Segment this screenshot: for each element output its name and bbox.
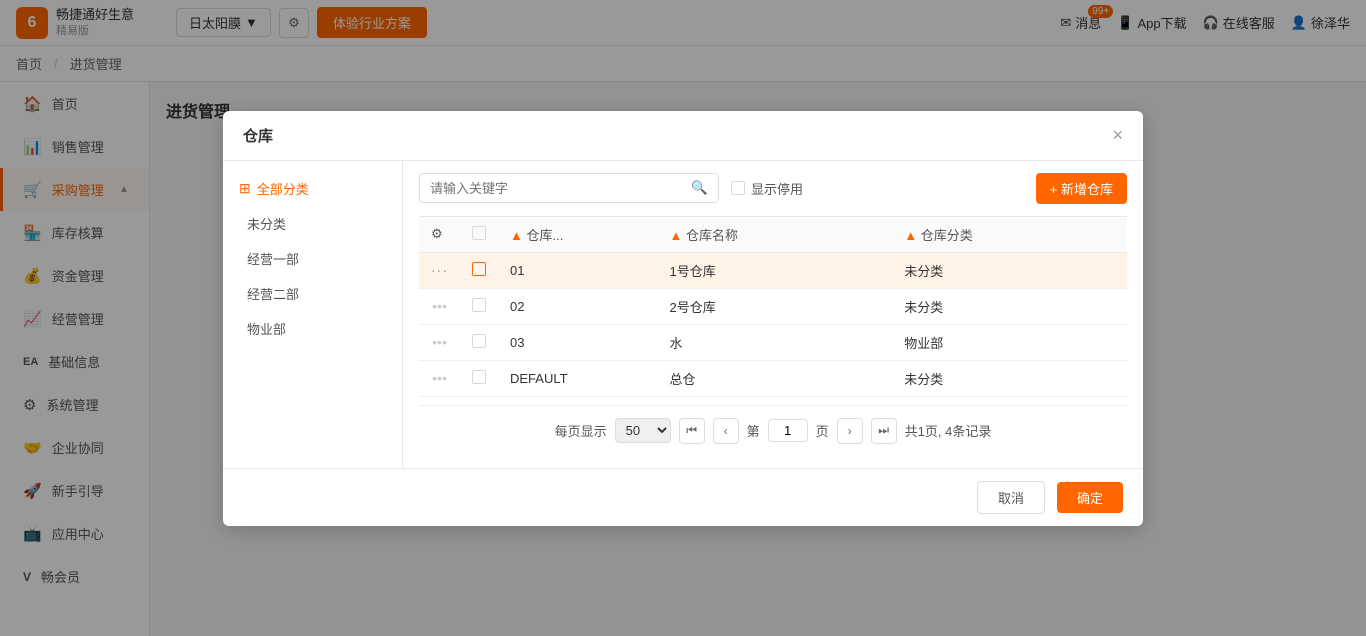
add-warehouse-button[interactable]: + 新增仓库 — [1036, 173, 1127, 204]
modal-title: 仓库 — [243, 125, 273, 146]
page-label: 第 — [747, 421, 760, 440]
row-category: 未分类 — [892, 360, 1127, 396]
search-input[interactable] — [420, 175, 681, 202]
category-item-dept2[interactable]: 经营二部 — [223, 276, 402, 311]
first-page-button[interactable]: ⏮ — [679, 418, 705, 444]
category-item-property[interactable]: 物业部 — [223, 311, 402, 346]
table-row[interactable]: ••• 03 水 物业部 — [419, 324, 1127, 360]
sort-icon2: ▲ — [670, 228, 683, 243]
show-disabled-label[interactable]: 显示停用 — [731, 179, 803, 198]
row-code: DEFAULT — [498, 360, 658, 396]
th-checkbox — [460, 216, 498, 252]
row-gear: ••• — [419, 288, 460, 324]
all-category-label: 全部分类 — [257, 179, 309, 198]
select-all-checkbox[interactable] — [472, 226, 486, 240]
total-info: 共1页, 4条记录 — [905, 421, 992, 440]
row-category: 未分类 — [892, 288, 1127, 324]
row-code: 01 — [498, 252, 658, 288]
row-code: 03 — [498, 324, 658, 360]
th-category[interactable]: ▲ 仓库分类 — [892, 216, 1127, 252]
page-input[interactable] — [768, 419, 808, 442]
confirm-button[interactable]: 确定 — [1057, 482, 1123, 513]
table-toolbar: 🔍 显示停用 + 新增仓库 — [419, 173, 1127, 204]
row-checkbox[interactable] — [460, 360, 498, 396]
pagination-area: 每页显示 50 100 ⏮ ‹ 第 页 › ⏭ 共1页, 4条记录 — [419, 405, 1127, 456]
table-row[interactable]: ··· 01 1号仓库 未分类 — [419, 252, 1127, 288]
warehouse-modal: 仓库 × ⊞ 全部分类 未分类 经营一部 经营二部 物业部 « — [223, 111, 1143, 526]
all-category-item[interactable]: ⊞ 全部分类 — [223, 171, 402, 206]
th-code[interactable]: ▲ 仓库... — [498, 216, 658, 252]
row-name: 2号仓库 — [658, 288, 893, 324]
sort-icon: ▲ — [510, 228, 523, 243]
row-name: 1号仓库 — [658, 252, 893, 288]
table-row[interactable]: ••• DEFAULT 总仓 未分类 — [419, 360, 1127, 396]
table-row[interactable]: ••• 02 2号仓库 未分类 — [419, 288, 1127, 324]
category-panel: ⊞ 全部分类 未分类 经营一部 经营二部 物业部 « — [223, 161, 403, 468]
cancel-button[interactable]: 取消 — [977, 481, 1045, 514]
modal-body: ⊞ 全部分类 未分类 经营一部 经营二部 物业部 « 🔍 — [223, 161, 1143, 468]
per-page-select[interactable]: 50 100 — [615, 418, 671, 443]
row-gear: ••• — [419, 324, 460, 360]
table-wrapper: ⚙ ▲ 仓库... ▲ 仓库名称 — [419, 216, 1127, 397]
last-page-button[interactable]: ⏭ — [871, 418, 897, 444]
more-icon[interactable]: ··· — [431, 262, 448, 278]
category-item-unclassified[interactable]: 未分类 — [223, 206, 402, 241]
category-item-dept1[interactable]: 经营一部 — [223, 241, 402, 276]
warehouse-table: ⚙ ▲ 仓库... ▲ 仓库名称 — [419, 216, 1127, 397]
modal-overlay[interactable]: 仓库 × ⊞ 全部分类 未分类 经营一部 经营二部 物业部 « — [0, 0, 1366, 636]
row-code: 02 — [498, 288, 658, 324]
grid-icon: ⊞ — [239, 180, 251, 197]
row-gear: ••• — [419, 360, 460, 396]
row-name: 总仓 — [658, 360, 893, 396]
search-box: 🔍 — [419, 173, 719, 203]
page-suffix: 页 — [816, 421, 829, 440]
th-settings: ⚙ — [419, 216, 460, 252]
sort-icon3: ▲ — [904, 228, 917, 243]
row-gear: ··· — [419, 252, 460, 288]
per-page-label: 每页显示 — [555, 421, 607, 440]
show-disabled-checkbox[interactable] — [731, 181, 745, 195]
close-button[interactable]: × — [1112, 126, 1123, 144]
row-checkbox[interactable] — [460, 288, 498, 324]
th-name[interactable]: ▲ 仓库名称 — [658, 216, 893, 252]
row-category: 物业部 — [892, 324, 1127, 360]
modal-header: 仓库 × — [223, 111, 1143, 161]
settings-icon: ⚙ — [431, 226, 443, 241]
prev-page-button[interactable]: ‹ — [713, 418, 739, 444]
next-page-button[interactable]: › — [837, 418, 863, 444]
collapse-panel-button[interactable]: « — [402, 294, 403, 334]
row-checkbox[interactable] — [460, 324, 498, 360]
row-name: 水 — [658, 324, 893, 360]
table-panel: 🔍 显示停用 + 新增仓库 ⚙ — [403, 161, 1143, 468]
row-category: 未分类 — [892, 252, 1127, 288]
row-checkbox[interactable] — [460, 252, 498, 288]
search-button[interactable]: 🔍 — [681, 174, 718, 202]
modal-footer: 取消 确定 — [223, 468, 1143, 526]
